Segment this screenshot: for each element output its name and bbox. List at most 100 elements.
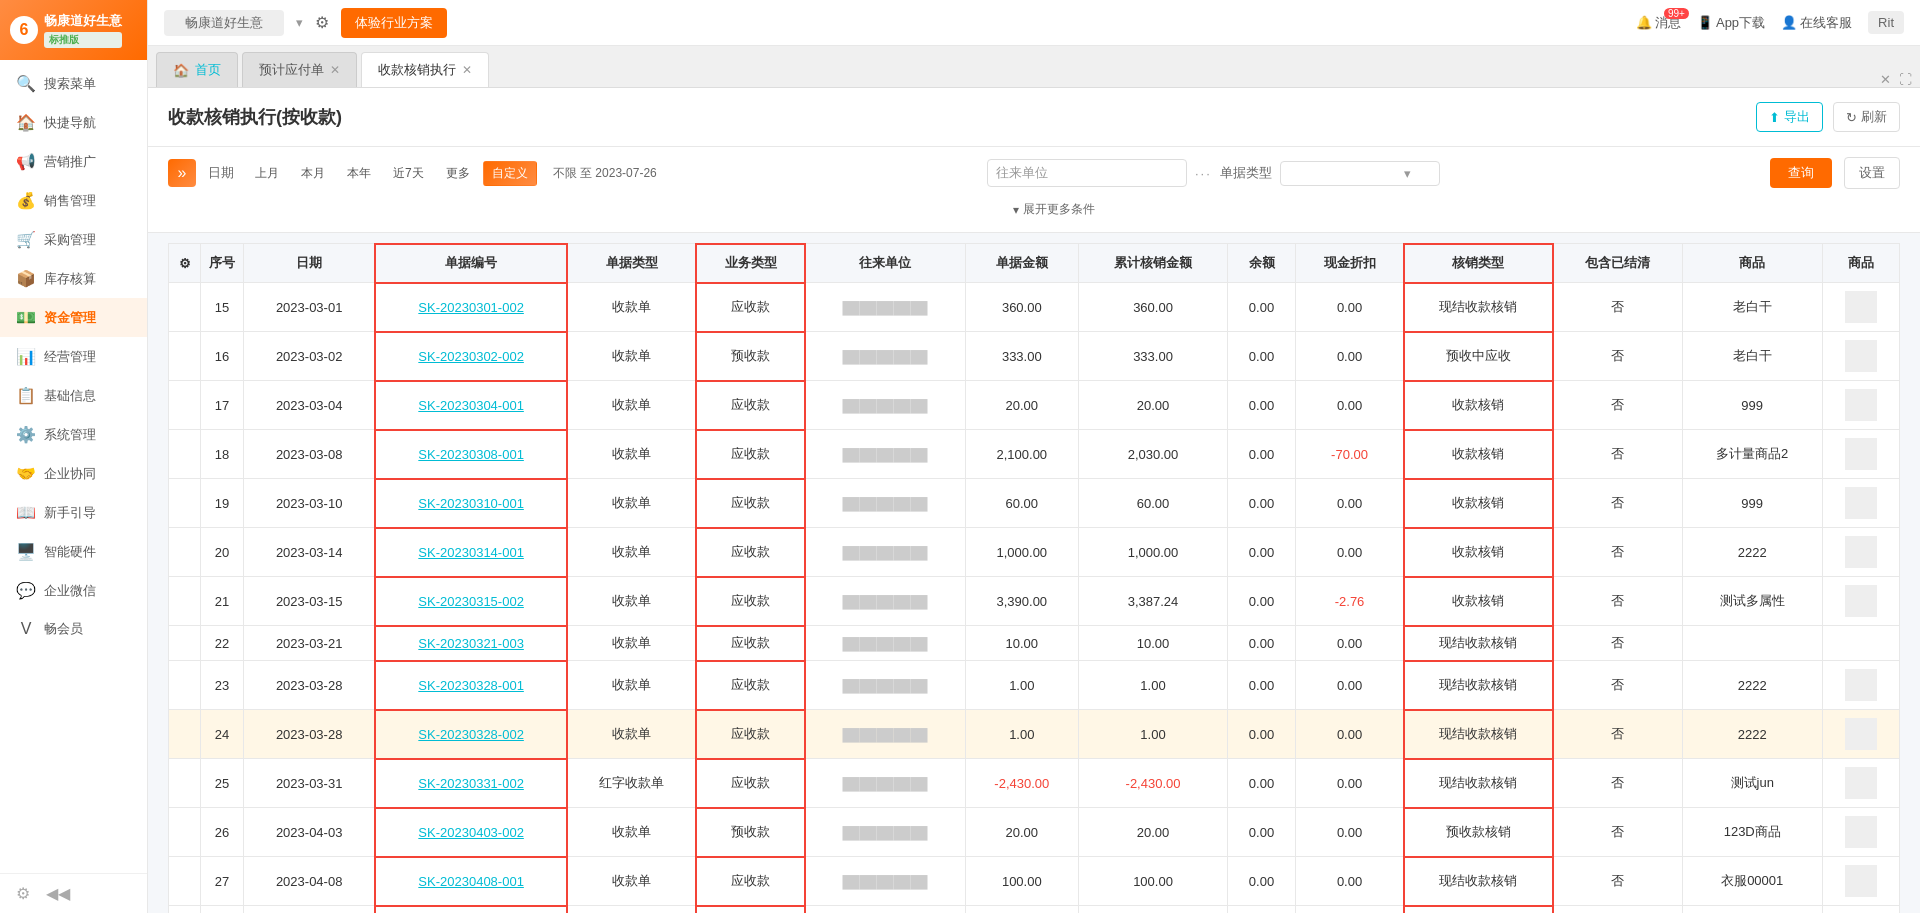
topbar-right: 🔔 消息 99+ 📱 App下载 👤 在线客服 Rit — [1636, 11, 1904, 34]
sidebar-item-member[interactable]: V 畅会员 — [0, 610, 147, 648]
cell-product: 衣服00001 — [1682, 857, 1822, 906]
tab-maximize-icon[interactable]: ⛶ — [1899, 72, 1912, 87]
date-range-display: 不限 至 2023-07-26 — [553, 165, 657, 182]
sidebar-item-search[interactable]: 🔍 搜索菜单 — [0, 64, 147, 103]
sidebar-item-system[interactable]: ⚙️ 系统管理 — [0, 415, 147, 454]
cell-slip-no[interactable]: SK-20230418-001 — [375, 906, 568, 914]
date-btn-custom[interactable]: 自定义 — [483, 161, 537, 186]
cell-settings[interactable] — [169, 906, 201, 914]
th-slip-type: 单据类型 — [567, 244, 696, 283]
cell-settings[interactable] — [169, 528, 201, 577]
sidebar-item-hardware[interactable]: 🖥️ 智能硬件 — [0, 532, 147, 571]
brand-text: 畅康道好生意 标推版 — [44, 12, 122, 48]
cell-settings[interactable] — [169, 577, 201, 626]
cell-settings[interactable] — [169, 381, 201, 430]
online-service-link[interactable]: 👤 在线客服 — [1781, 14, 1852, 32]
cell-writeoff-type: 现结收款核销 — [1404, 283, 1553, 332]
sidebar-item-marketing[interactable]: 📢 营销推广 — [0, 142, 147, 181]
cell-slip-no[interactable]: SK-20230301-002 — [375, 283, 568, 332]
settings-bottom-icon[interactable]: ⚙ — [16, 884, 30, 903]
chevron-down-icon: ▾ — [1404, 166, 1411, 181]
th-writeoff-type: 核销类型 — [1404, 244, 1553, 283]
cell-settings[interactable] — [169, 808, 201, 857]
cell-product2 — [1822, 710, 1899, 759]
refresh-label: 刷新 — [1861, 108, 1887, 126]
cell-writeoff-type: 预收款核销 — [1404, 808, 1553, 857]
date-btn-this-year[interactable]: 本年 — [338, 161, 380, 186]
cell-settings[interactable] — [169, 479, 201, 528]
sidebar-item-collab[interactable]: 🤝 企业协同 — [0, 454, 147, 493]
cell-settings[interactable] — [169, 430, 201, 479]
topbar-dropdown-icon[interactable]: ▾ — [296, 15, 303, 30]
topbar-settings-icon[interactable]: ⚙ — [315, 13, 329, 32]
cell-slip-no[interactable]: SK-20230310-001 — [375, 479, 568, 528]
cell-settings[interactable] — [169, 626, 201, 661]
cell-settings[interactable] — [169, 283, 201, 332]
cell-settings[interactable] — [169, 332, 201, 381]
cell-slip-no[interactable]: SK-20230302-002 — [375, 332, 568, 381]
sidebar-item-wechat[interactable]: 💬 企业微信 — [0, 571, 147, 610]
sidebar-item-operations[interactable]: 📊 经营管理 — [0, 337, 147, 376]
tab-receipt[interactable]: 收款核销执行 ✕ — [361, 52, 489, 87]
tab-prepay[interactable]: 预计应付单 ✕ — [242, 52, 357, 87]
collab-icon: 🤝 — [16, 464, 36, 483]
app-download-link[interactable]: 📱 App下载 — [1697, 14, 1765, 32]
cell-settings[interactable] — [169, 710, 201, 759]
cell-biz-type: 应收款 — [696, 906, 804, 914]
cell-accum-writeoff: 1.00 — [1078, 661, 1227, 710]
collapse-icon[interactable]: ◀◀ — [46, 884, 70, 903]
tab-receipt-close[interactable]: ✕ — [462, 63, 472, 77]
cell-slip-no[interactable]: SK-20230314-001 — [375, 528, 568, 577]
filter-more-dots[interactable]: ··· — [1195, 166, 1212, 181]
cell-slip-no[interactable]: SK-20230403-002 — [375, 808, 568, 857]
filter-toggle-button[interactable]: » — [168, 159, 196, 187]
date-btn-last-month[interactable]: 上月 — [246, 161, 288, 186]
guide-icon: 📖 — [16, 503, 36, 522]
slip-type-select[interactable]: ▾ — [1280, 161, 1440, 186]
cell-settings[interactable] — [169, 857, 201, 906]
cell-slip-no[interactable]: SK-20230308-001 — [375, 430, 568, 479]
page-actions: ⬆ 导出 ↻ 刷新 — [1756, 102, 1900, 146]
sidebar-item-inventory[interactable]: 📦 库存核算 — [0, 259, 147, 298]
sidebar-item-basics[interactable]: 📋 基础信息 — [0, 376, 147, 415]
sidebar-item-purchase[interactable]: 🛒 采购管理 — [0, 220, 147, 259]
cell-partner: ██████████ — [805, 626, 965, 661]
sidebar-item-guide[interactable]: 📖 新手引导 — [0, 493, 147, 532]
tab-close-all-icon[interactable]: ✕ — [1880, 72, 1891, 87]
cell-settings[interactable] — [169, 661, 201, 710]
notification-bell[interactable]: 🔔 消息 99+ — [1636, 14, 1681, 32]
cell-slip-no[interactable]: SK-20230315-002 — [375, 577, 568, 626]
query-button[interactable]: 查询 — [1770, 158, 1832, 188]
cell-biz-type: 预收款 — [696, 332, 804, 381]
date-btn-more[interactable]: 更多 — [437, 161, 479, 186]
cell-writeoff-type: 现结收款核销 — [1404, 626, 1553, 661]
tab-prepay-close[interactable]: ✕ — [330, 63, 340, 77]
filter-settings-button[interactable]: 设置 — [1844, 157, 1900, 189]
cell-slip-no[interactable]: SK-20230331-002 — [375, 759, 568, 808]
solution-button[interactable]: 体验行业方案 — [341, 8, 447, 38]
cell-amount: 100.00 — [965, 857, 1078, 906]
date-btn-this-month[interactable]: 本月 — [292, 161, 334, 186]
cell-slip-no[interactable]: SK-20230328-001 — [375, 661, 568, 710]
cell-slip-no[interactable]: SK-20230408-001 — [375, 857, 568, 906]
cell-slip-type: 收款单 — [567, 332, 696, 381]
cell-slip-no[interactable]: SK-20230304-001 — [375, 381, 568, 430]
sidebar-item-funds[interactable]: 💵 资金管理 — [0, 298, 147, 337]
export-button[interactable]: ⬆ 导出 — [1756, 102, 1823, 132]
partner-filter[interactable]: 往来单位 — [987, 159, 1187, 187]
sidebar-item-quick[interactable]: 🏠 快捷导航 — [0, 103, 147, 142]
refresh-button[interactable]: ↻ 刷新 — [1833, 102, 1900, 132]
expand-conditions-button[interactable]: ▾ 展开更多条件 — [208, 197, 1900, 222]
cell-slip-no[interactable]: SK-20230328-002 — [375, 710, 568, 759]
user-avatar[interactable]: Rit — [1868, 11, 1904, 34]
cell-accum-writeoff: 360.00 — [1078, 283, 1227, 332]
th-settings[interactable]: ⚙ — [169, 244, 201, 283]
cell-slip-no[interactable]: SK-20230321-003 — [375, 626, 568, 661]
table-header-row: ⚙ 序号 日期 单据编号 单据类型 业务类型 往来单位 单据金额 累计核销金额 … — [169, 244, 1900, 283]
sidebar-item-sales[interactable]: 💰 销售管理 — [0, 181, 147, 220]
cell-settings[interactable] — [169, 759, 201, 808]
sales-icon: 💰 — [16, 191, 36, 210]
cell-slip-type: 收款单 — [567, 479, 696, 528]
date-btn-7days[interactable]: 近7天 — [384, 161, 433, 186]
tab-home[interactable]: 🏠 首页 — [156, 52, 238, 87]
